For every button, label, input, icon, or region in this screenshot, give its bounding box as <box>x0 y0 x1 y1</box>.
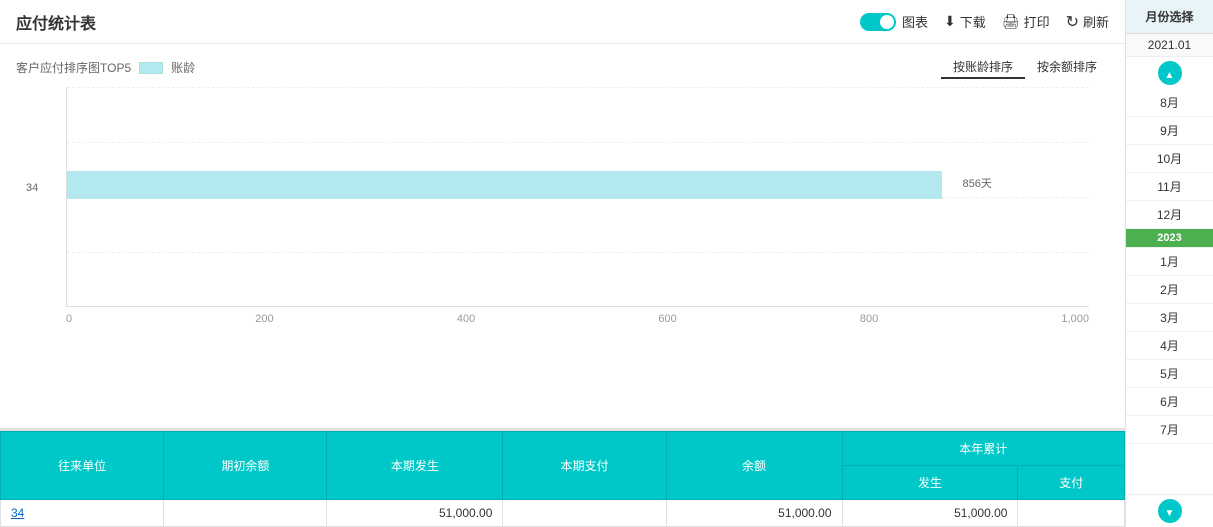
th-vendor: 往来单位 <box>1 432 164 500</box>
month-item[interactable]: 1月 <box>1126 248 1213 276</box>
download-icon <box>944 13 956 30</box>
legend-box <box>139 62 163 74</box>
chevron-down-icon <box>1165 503 1175 519</box>
chart-toggle-wrap: 图表 <box>860 12 928 31</box>
table-section: 往来单位 期初余额 本期发生 本期支付 余额 本年累计 发生 支付 34 <box>0 428 1125 527</box>
refresh-label: 刷新 <box>1083 12 1109 31</box>
cell-balance: 51,000.00 <box>666 500 842 527</box>
sidebar-nav-up <box>1126 57 1213 89</box>
chart-section: 客户应付排序图TOP5 账龄 按账龄排序 按余额排序 34 <box>0 44 1125 428</box>
page-title: 应付统计表 <box>16 10 96 34</box>
month-item[interactable]: 11月 <box>1126 173 1213 201</box>
sort-by-amount-button[interactable]: 按账龄排序 <box>941 56 1025 79</box>
refresh-button[interactable]: 刷新 <box>1066 12 1109 32</box>
month-item[interactable]: 2月 <box>1126 276 1213 304</box>
print-label: 打印 <box>1024 12 1050 31</box>
chart-plot-area: 856天 <box>66 87 1089 307</box>
th-ytd-pay: 支付 <box>1018 466 1125 500</box>
download-button[interactable]: 下载 <box>944 12 986 31</box>
bar-y-label: 34 <box>26 182 38 194</box>
header-actions: 图表 下载 打印 刷新 <box>860 12 1109 32</box>
sidebar: 月份选择 2021.01 8月9月10月11月12月20231月2月3月4月5月… <box>1125 0 1213 527</box>
bar-chart: 34 856天 0 200 400 <box>66 87 1089 347</box>
x-label-400: 400 <box>457 313 475 325</box>
sort-by-balance-button[interactable]: 按余额排序 <box>1025 56 1109 79</box>
chart-header: 客户应付排序图TOP5 账龄 按账龄排序 按余额排序 <box>16 56 1109 79</box>
header: 应付统计表 图表 下载 打印 刷新 <box>0 0 1125 44</box>
sidebar-up-button[interactable] <box>1158 61 1182 85</box>
cell-ytd-occur: 51,000.00 <box>842 500 1018 527</box>
month-item[interactable]: 9月 <box>1126 117 1213 145</box>
chart-toggle[interactable] <box>860 13 896 31</box>
month-item[interactable]: 12月 <box>1126 201 1213 229</box>
grid-line-3 <box>67 252 1089 253</box>
refresh-icon <box>1066 12 1079 32</box>
x-label-0: 0 <box>66 313 72 325</box>
table-header-row: 往来单位 期初余额 本期发生 本期支付 余额 本年累计 <box>1 432 1125 466</box>
app-container: 应付统计表 图表 下载 打印 刷新 <box>0 0 1213 527</box>
x-axis: 0 200 400 600 800 1,000 <box>66 313 1089 325</box>
th-opening: 期初余额 <box>164 432 327 500</box>
th-balance: 余额 <box>666 432 842 500</box>
month-item[interactable]: 6月 <box>1126 388 1213 416</box>
sidebar-down-button[interactable] <box>1158 499 1182 523</box>
legend-box-label: 账龄 <box>171 59 195 76</box>
sidebar-current-value: 2021.01 <box>1126 34 1213 57</box>
chart-legend: 客户应付排序图TOP5 账龄 <box>16 59 195 76</box>
print-icon <box>1002 13 1020 30</box>
x-label-800: 800 <box>860 313 878 325</box>
table-row: 34 51,000.00 51,000.00 51,000.00 <box>1 500 1125 527</box>
table-body: 34 51,000.00 51,000.00 51,000.00 <box>1 500 1125 527</box>
chart-legend-text: 客户应付排序图TOP5 <box>16 59 131 76</box>
print-button[interactable]: 打印 <box>1002 12 1050 31</box>
sidebar-nav-down <box>1126 494 1213 527</box>
month-list: 8月9月10月11月12月20231月2月3月4月5月6月7月 <box>1126 89 1213 494</box>
x-label-1000: 1,000 <box>1061 313 1089 325</box>
x-label-600: 600 <box>658 313 676 325</box>
data-table: 往来单位 期初余额 本期发生 本期支付 余额 本年累计 发生 支付 34 <box>0 431 1125 527</box>
toggle-label: 图表 <box>902 12 928 31</box>
th-current-occur: 本期发生 <box>327 432 503 500</box>
sort-buttons: 按账龄排序 按余额排序 <box>941 56 1109 79</box>
grid-line-top <box>67 87 1089 88</box>
main-content: 应付统计表 图表 下载 打印 刷新 <box>0 0 1125 527</box>
month-item[interactable]: 7月 <box>1126 416 1213 444</box>
bar-34: 856天 <box>67 171 942 199</box>
x-label-200: 200 <box>255 313 273 325</box>
cell-vendor: 34 <box>1 500 164 527</box>
sidebar-header: 月份选择 <box>1126 0 1213 34</box>
month-item[interactable]: 10月 <box>1126 145 1213 173</box>
bar-end-label: 856天 <box>962 175 991 191</box>
chevron-up-icon <box>1165 65 1175 81</box>
grid-line-1 <box>67 142 1089 143</box>
th-ytd-occur: 发生 <box>842 466 1018 500</box>
month-item[interactable]: 2023 <box>1126 229 1213 248</box>
month-item[interactable]: 4月 <box>1126 332 1213 360</box>
cell-current-occur: 51,000.00 <box>327 500 503 527</box>
download-label: 下载 <box>960 12 986 31</box>
month-item[interactable]: 3月 <box>1126 304 1213 332</box>
th-ytd: 本年累计 <box>842 432 1124 466</box>
cell-ytd-pay <box>1018 500 1125 527</box>
cell-current-pay <box>503 500 666 527</box>
cell-opening <box>164 500 327 527</box>
vendor-link[interactable]: 34 <box>11 506 24 520</box>
month-item[interactable]: 5月 <box>1126 360 1213 388</box>
th-current-pay: 本期支付 <box>503 432 666 500</box>
month-item[interactable]: 8月 <box>1126 89 1213 117</box>
